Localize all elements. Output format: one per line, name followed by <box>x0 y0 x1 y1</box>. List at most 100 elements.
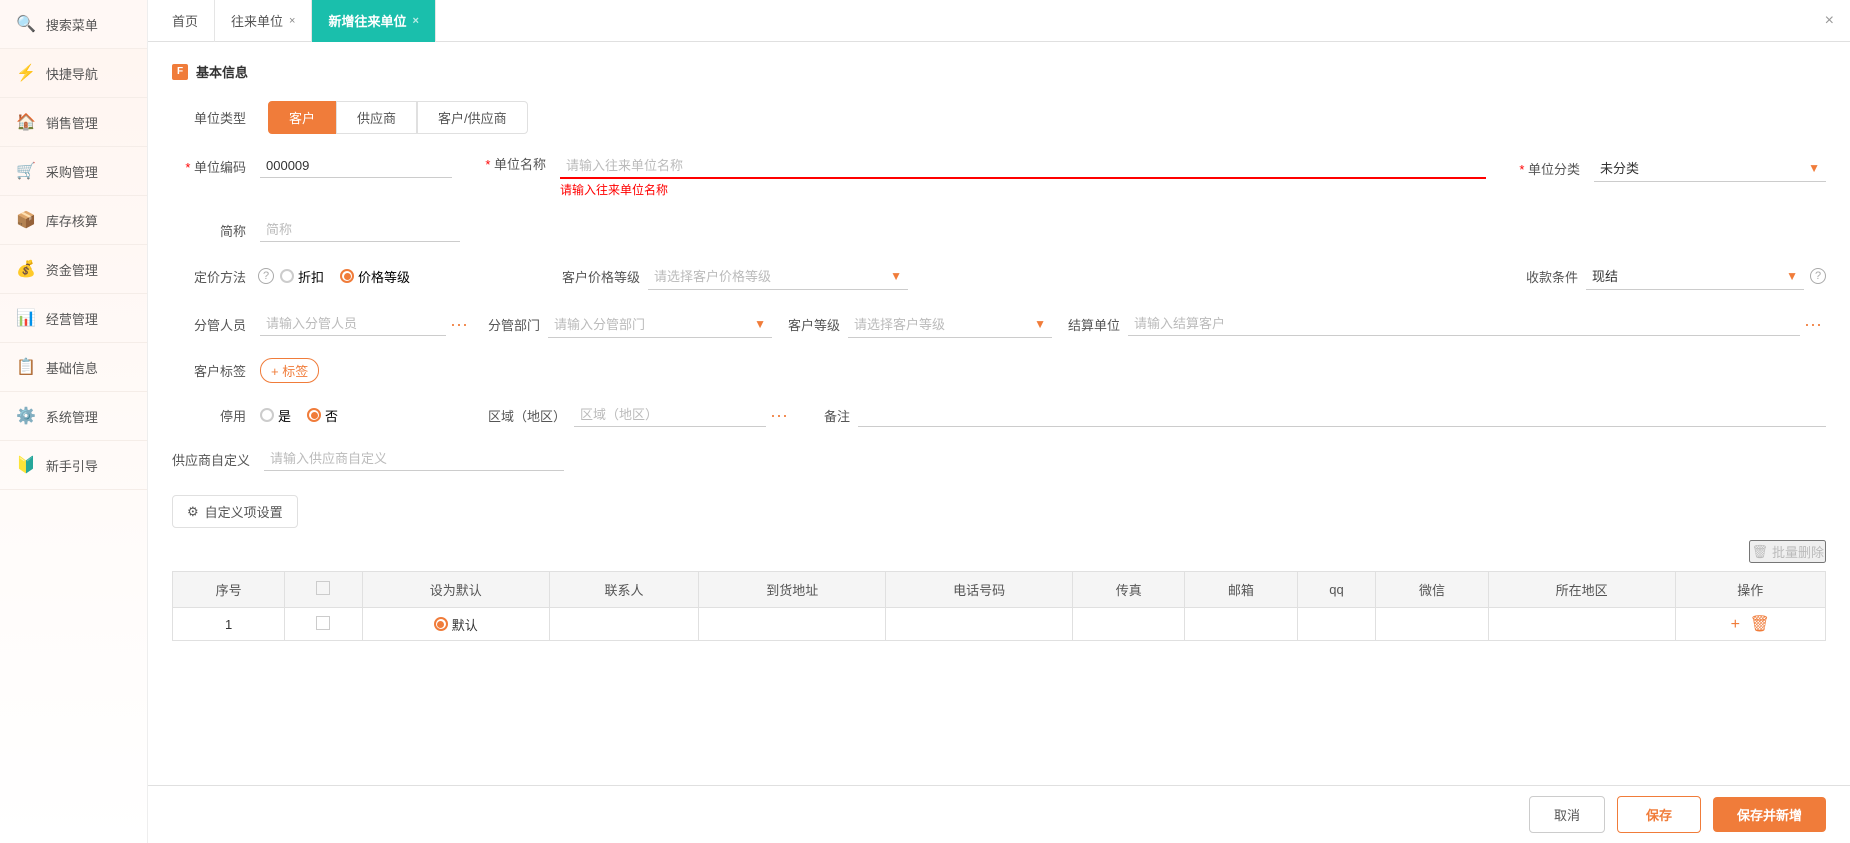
disabled-radio-no[interactable] <box>307 408 321 422</box>
col-wechat: 微信 <box>1376 572 1488 608</box>
type-btn-both[interactable]: 客户/供应商 <box>417 101 528 134</box>
row-address[interactable] <box>699 608 886 641</box>
bottom-bar: 取消 保存 保存并新增 <box>148 785 1850 843</box>
main-close-button[interactable]: × <box>1825 12 1834 30</box>
sidebar-item-system[interactable]: ⚙️ 系统管理 <box>0 392 147 441</box>
row-delete-action[interactable]: 🗑 <box>1750 616 1770 633</box>
cancel-button[interactable]: 取消 <box>1529 796 1605 833</box>
custom-settings-button[interactable]: ⚙ 自定义项设置 <box>172 495 298 528</box>
row-contact[interactable] <box>549 608 699 641</box>
col-contact: 联系人 <box>549 572 699 608</box>
customer-level-placeholder: 请选择客户等级 <box>854 314 945 333</box>
gear-icon: ⚙ <box>187 504 199 520</box>
remark-label: 备注 <box>824 406 858 425</box>
manager-label: 分管人员 <box>172 315 252 334</box>
manager-more[interactable]: ··· <box>446 315 472 333</box>
dept-select[interactable]: 请输入分管部门 ▼ <box>548 310 772 338</box>
add-tag-button[interactable]: + 标签 <box>260 358 319 383</box>
row-checkbox[interactable] <box>285 608 363 641</box>
remark-input[interactable] <box>858 403 1826 427</box>
sidebar-label-basic: 基础信息 <box>46 358 98 377</box>
tab-contacts-close[interactable]: × <box>289 15 295 27</box>
pricing-option-level[interactable]: 价格等级 <box>340 267 410 286</box>
sidebar-item-purchase[interactable]: 🛒 采购管理 <box>0 147 147 196</box>
col-checkbox[interactable] <box>285 572 363 608</box>
sidebar-item-sales[interactable]: 🏠 销售管理 <box>0 98 147 147</box>
tab-contacts[interactable]: 往来单位 × <box>215 0 312 42</box>
col-index: 序号 <box>173 572 285 608</box>
customer-level-select[interactable]: 请选择客户等级 ▼ <box>848 310 1052 338</box>
row-phone[interactable] <box>886 608 1073 641</box>
row-email[interactable] <box>1185 608 1297 641</box>
sidebar-item-operations[interactable]: 📊 经营管理 <box>0 294 147 343</box>
row-default-radio[interactable] <box>434 617 448 631</box>
dept-placeholder: 请输入分管部门 <box>554 314 645 333</box>
tag-label: 客户标签 <box>172 361 252 380</box>
payment-select[interactable]: 现结 ▼ <box>1586 262 1804 290</box>
inventory-icon: 📦 <box>16 210 36 230</box>
type-btn-supplier[interactable]: 供应商 <box>336 101 417 134</box>
payment-help-icon[interactable]: ? <box>1810 268 1826 284</box>
save-new-button[interactable]: 保存并新增 <box>1713 797 1826 832</box>
sidebar-item-search[interactable]: 🔍 搜索菜单 <box>0 0 147 49</box>
disabled-label-no: 否 <box>325 406 338 425</box>
region-label: 区域（地区） <box>488 406 574 425</box>
pricing-radio-discount[interactable] <box>280 269 294 283</box>
unit-name-input[interactable] <box>560 154 1486 179</box>
unit-code-label: 单位编码 <box>172 157 252 176</box>
guide-icon: 🔰 <box>16 455 36 475</box>
search-icon: 🔍 <box>16 14 36 34</box>
unit-category-select[interactable]: 未分类 ▼ <box>1594 154 1826 182</box>
row-fax[interactable] <box>1073 608 1185 641</box>
pricing-option-discount[interactable]: 折扣 <box>280 267 324 286</box>
tab-contacts-label: 往来单位 <box>231 11 283 30</box>
tab-home[interactable]: 首页 <box>156 0 215 42</box>
operations-icon: 📊 <box>16 308 36 328</box>
row-qq[interactable] <box>1297 608 1376 641</box>
dept-label: 分管部门 <box>488 315 548 334</box>
sidebar-item-finance[interactable]: 💰 资金管理 <box>0 245 147 294</box>
main-area: 首页 往来单位 × 新增往来单位 × × F 基本信息 单位类型 客户 供应商 … <box>148 0 1850 843</box>
col-action: 操作 <box>1675 572 1825 608</box>
row-action[interactable]: + 🗑 <box>1675 608 1825 641</box>
row-wechat[interactable] <box>1376 608 1488 641</box>
disabled-yes[interactable]: 是 <box>260 406 291 425</box>
unit-name-error: 请输入往来单位名称 <box>560 181 1486 198</box>
tag-btn-text: + 标签 <box>271 361 308 380</box>
row-add-action[interactable]: + <box>1731 616 1740 633</box>
save-button[interactable]: 保存 <box>1617 796 1701 833</box>
tab-new-contact-close[interactable]: × <box>412 15 418 27</box>
sidebar-item-guide[interactable]: 🔰 新手引导 <box>0 441 147 490</box>
disabled-no[interactable]: 否 <box>307 406 338 425</box>
tab-new-contact[interactable]: 新增往来单位 × <box>312 0 435 42</box>
region-input[interactable] <box>574 403 766 427</box>
pricing-help-icon[interactable]: ? <box>258 268 274 284</box>
unit-category-arrow: ▼ <box>1808 161 1820 175</box>
unit-category-label: 单位分类 <box>1506 159 1586 178</box>
pricing-radio-level[interactable] <box>340 269 354 283</box>
tab-home-label: 首页 <box>172 11 198 30</box>
customer-price-placeholder: 请选择客户价格等级 <box>654 266 771 285</box>
region-more[interactable]: ··· <box>766 406 792 424</box>
row-region[interactable] <box>1488 608 1675 641</box>
type-btn-customer[interactable]: 客户 <box>268 101 336 134</box>
unit-code-input[interactable] <box>260 154 452 178</box>
batch-delete-button[interactable]: 🗑 批量删除 <box>1749 540 1826 563</box>
supplier-custom-input[interactable] <box>264 447 564 471</box>
sidebar-item-shortcut[interactable]: ⚡ 快捷导航 <box>0 49 147 98</box>
settlement-input[interactable] <box>1128 312 1800 336</box>
payment-label: 收款条件 <box>1526 267 1586 286</box>
disabled-radio-yes[interactable] <box>260 408 274 422</box>
basic-icon: 📋 <box>16 357 36 377</box>
sidebar-item-basic[interactable]: 📋 基础信息 <box>0 343 147 392</box>
abbr-input[interactable] <box>260 218 460 242</box>
settlement-more[interactable]: ··· <box>1800 315 1826 333</box>
customer-price-select[interactable]: 请选择客户价格等级 ▼ <box>648 262 908 290</box>
manager-input[interactable] <box>260 312 446 336</box>
sidebar-item-inventory[interactable]: 📦 库存核算 <box>0 196 147 245</box>
col-email: 邮箱 <box>1185 572 1297 608</box>
sidebar-label-operations: 经营管理 <box>46 309 98 328</box>
row-default[interactable]: 默认 <box>362 608 549 641</box>
section-title-text: 基本信息 <box>196 62 248 81</box>
customer-price-arrow: ▼ <box>890 269 902 283</box>
